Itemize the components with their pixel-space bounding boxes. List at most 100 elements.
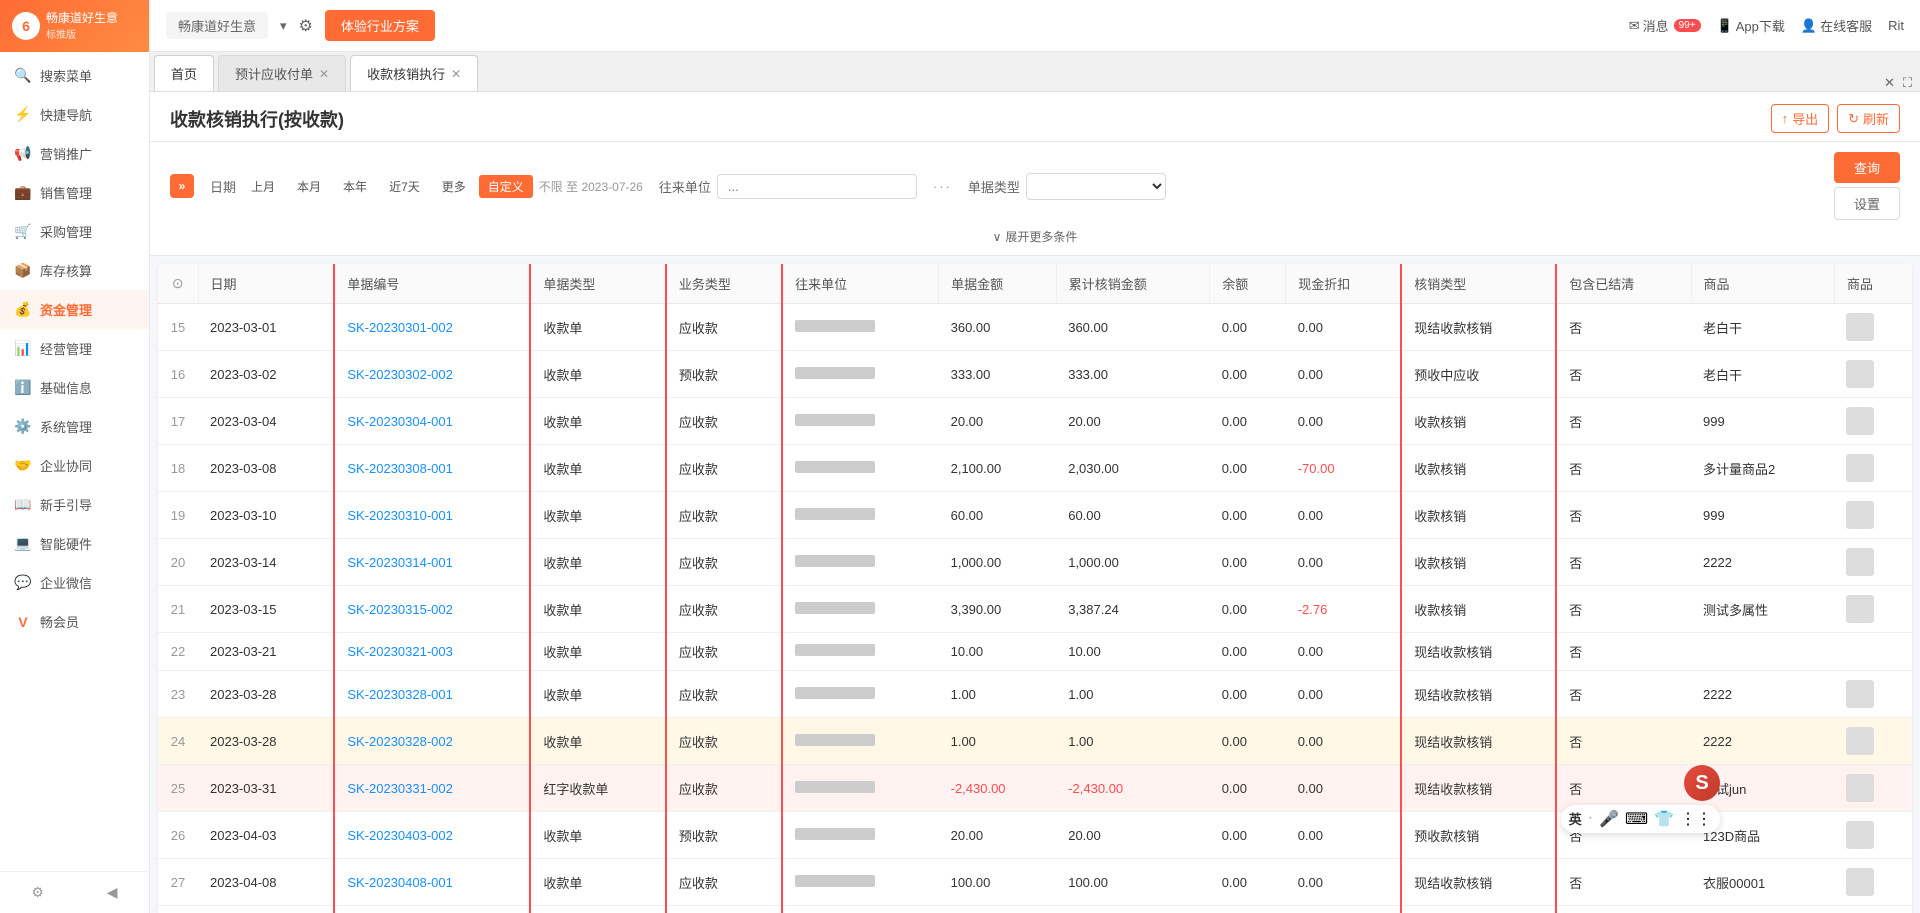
voucher-no-link[interactable]: SK-20230315-002 — [347, 602, 453, 617]
app-download-btn[interactable]: 📱 App下载 — [1717, 16, 1785, 35]
filter-settings-btn[interactable]: 设置 — [1834, 187, 1900, 220]
sidebar-item-system[interactable]: ⚙️ 系统管理 — [0, 407, 149, 446]
tab-write-off-close[interactable]: ✕ — [451, 68, 461, 80]
voucher-no-link[interactable]: SK-20230314-001 — [347, 555, 453, 570]
sidebar-item-collab[interactable]: 🤝 企业协同 — [0, 446, 149, 485]
filter-toggle-btn[interactable]: » — [170, 174, 194, 198]
cell-partner — [782, 586, 938, 633]
voucher-no-link[interactable]: SK-20230301-002 — [347, 320, 453, 335]
cell-num: 23 — [158, 671, 198, 718]
cell-product1: 999 — [1691, 492, 1834, 539]
watermark-en-icon[interactable]: 英 — [1569, 809, 1582, 829]
sidebar-item-purchase[interactable]: 🛒 采购管理 — [0, 212, 149, 251]
cell-product2 — [1834, 304, 1912, 351]
refresh-btn[interactable]: ↻ 刷新 — [1837, 104, 1900, 133]
filter-expand-btn[interactable]: ∨ 展开更多条件 — [993, 228, 1078, 245]
watermark-shirt-icon[interactable]: 👕 — [1654, 809, 1674, 829]
sidebar-item-member[interactable]: V 畅会员 — [0, 602, 149, 641]
topbar-gear-icon[interactable]: ⚙ — [299, 16, 313, 36]
cell-write-off-type: 预收款核销 — [1401, 812, 1556, 859]
cell-product2 — [1834, 351, 1912, 398]
voucher-no-link[interactable]: SK-20230328-001 — [347, 687, 453, 702]
sidebar-item-finance[interactable]: 💰 资金管理 — [0, 290, 149, 329]
cell-balance: 0.00 — [1210, 492, 1286, 539]
filter-voucher-type-select[interactable] — [1026, 173, 1166, 200]
filter-date-this-month[interactable]: 本月 — [288, 175, 330, 198]
cell-written-off: 100.00 — [1056, 859, 1209, 906]
th-write-off-type: 核销类型 — [1401, 264, 1556, 304]
cell-amount: 20.00 — [939, 398, 1057, 445]
industry-solution-btn[interactable]: 体验行业方案 — [325, 10, 435, 41]
message-btn[interactable]: ✉ 消息 99+ — [1629, 16, 1701, 35]
sidebar-item-wechat[interactable]: 💬 企业微信 — [0, 563, 149, 602]
cell-num: 20 — [158, 539, 198, 586]
sidebar-collapse-btn[interactable]: ◀ — [99, 880, 126, 905]
sidebar-item-basics[interactable]: ℹ️ 基础信息 — [0, 368, 149, 407]
filter-partner-input[interactable] — [717, 174, 917, 199]
tab-receivable-close[interactable]: ✕ — [319, 68, 329, 80]
sidebar-item-sales[interactable]: 💼 销售管理 — [0, 173, 149, 212]
cell-balance: 0.00 — [1210, 671, 1286, 718]
sidebar-item-quicknav[interactable]: ⚡ 快捷导航 — [0, 95, 149, 134]
filter-expand-label: 展开更多条件 — [1005, 228, 1077, 245]
cell-cash-discount: 0.00 — [1286, 906, 1402, 913]
voucher-no-link[interactable]: SK-20230321-003 — [347, 644, 453, 659]
breadcrumb-dropdown-icon[interactable]: ▾ — [280, 18, 287, 34]
sidebar-item-guide[interactable]: 📖 新手引导 — [0, 485, 149, 524]
cell-voucher-no: SK-20230302-002 — [334, 351, 530, 398]
sidebar-item-hardware[interactable]: 💻 智能硬件 — [0, 524, 149, 563]
filter-date-7days[interactable]: 近7天 — [380, 175, 429, 198]
filter-date-last-month[interactable]: 上月 — [242, 175, 284, 198]
export-label: 导出 — [1792, 109, 1818, 128]
cell-partner — [782, 906, 938, 913]
filter-query-btn[interactable]: 查询 — [1834, 152, 1900, 183]
cell-amount: 1,000.00 — [939, 539, 1057, 586]
watermark-grid-icon[interactable]: ⋮⋮ — [1680, 809, 1712, 829]
filter-date-group: 日期 上月 本月 本年 近7天 更多 自定义 不限 至 2023-07-26 — [210, 175, 643, 198]
th-settings[interactable]: ⊙ — [158, 264, 198, 304]
voucher-no-link[interactable]: SK-20230328-002 — [347, 734, 453, 749]
cell-written-off: 333.00 — [1056, 351, 1209, 398]
sidebar-item-label: 企业微信 — [40, 573, 92, 592]
voucher-no-link[interactable]: SK-20230331-002 — [347, 781, 453, 796]
cell-date: 2023-03-01 — [198, 304, 334, 351]
sidebar-item-label: 销售管理 — [40, 183, 92, 202]
voucher-no-link[interactable]: SK-20230310-001 — [347, 508, 453, 523]
tab-fullscreen-icon[interactable]: ⛶ — [1903, 75, 1912, 91]
user-name-btn[interactable]: Rit — [1888, 18, 1904, 33]
cell-amount: 360.00 — [939, 304, 1057, 351]
sidebar-item-search[interactable]: 🔍 搜索菜单 — [0, 56, 149, 95]
sidebar-item-marketing[interactable]: 📢 营销推广 — [0, 134, 149, 173]
watermark-keyboard-icon[interactable]: ⌨ — [1625, 809, 1648, 829]
filter-date-more[interactable]: 更多 — [433, 175, 475, 198]
voucher-no-link[interactable]: SK-20230302-002 — [347, 367, 453, 382]
tab-receivable[interactable]: 预计应收付单 ✕ — [218, 55, 346, 91]
cell-balance: 0.00 — [1210, 539, 1286, 586]
sidebar-item-label: 智能硬件 — [40, 534, 92, 553]
watermark-s-icon: S — [1684, 765, 1720, 801]
cell-included: 否 — [1556, 633, 1691, 671]
th-date: 日期 — [198, 264, 334, 304]
tab-home[interactable]: 首页 — [154, 55, 214, 91]
cell-cash-discount: 0.00 — [1286, 718, 1402, 765]
filter-date-options: 上月 本月 本年 近7天 更多 自定义 — [242, 175, 533, 198]
watermark-mic-icon[interactable]: 🎤 — [1599, 809, 1619, 829]
voucher-no-link[interactable]: SK-20230308-001 — [347, 461, 453, 476]
filter-date-custom[interactable]: 自定义 — [479, 175, 533, 198]
cell-date: 2023-03-31 — [198, 765, 334, 812]
voucher-no-link[interactable]: SK-20230408-001 — [347, 875, 453, 890]
tab-close-icon[interactable]: ✕ — [1884, 75, 1895, 91]
filter-date-this-year[interactable]: 本年 — [334, 175, 376, 198]
voucher-no-link[interactable]: SK-20230304-001 — [347, 414, 453, 429]
column-settings-icon[interactable]: ⊙ — [172, 275, 184, 291]
table-row: 27 2023-04-08 SK-20230408-001 收款单 应收款 10… — [158, 859, 1912, 906]
online-service-btn[interactable]: 👤 在线客服 — [1801, 16, 1872, 35]
voucher-no-link[interactable]: SK-20230403-002 — [347, 828, 453, 843]
tab-write-off[interactable]: 收款核销执行 ✕ — [350, 55, 478, 91]
sidebar-item-inventory[interactable]: 📦 库存核算 — [0, 251, 149, 290]
sidebar-item-operations[interactable]: 📊 经营管理 — [0, 329, 149, 368]
export-btn[interactable]: ↑ 导出 — [1771, 104, 1830, 133]
sidebar-settings-btn[interactable]: ⚙ — [23, 880, 52, 905]
sidebar-item-label: 畅会员 — [40, 612, 79, 631]
cell-biz-type: 应收款 — [666, 718, 782, 765]
